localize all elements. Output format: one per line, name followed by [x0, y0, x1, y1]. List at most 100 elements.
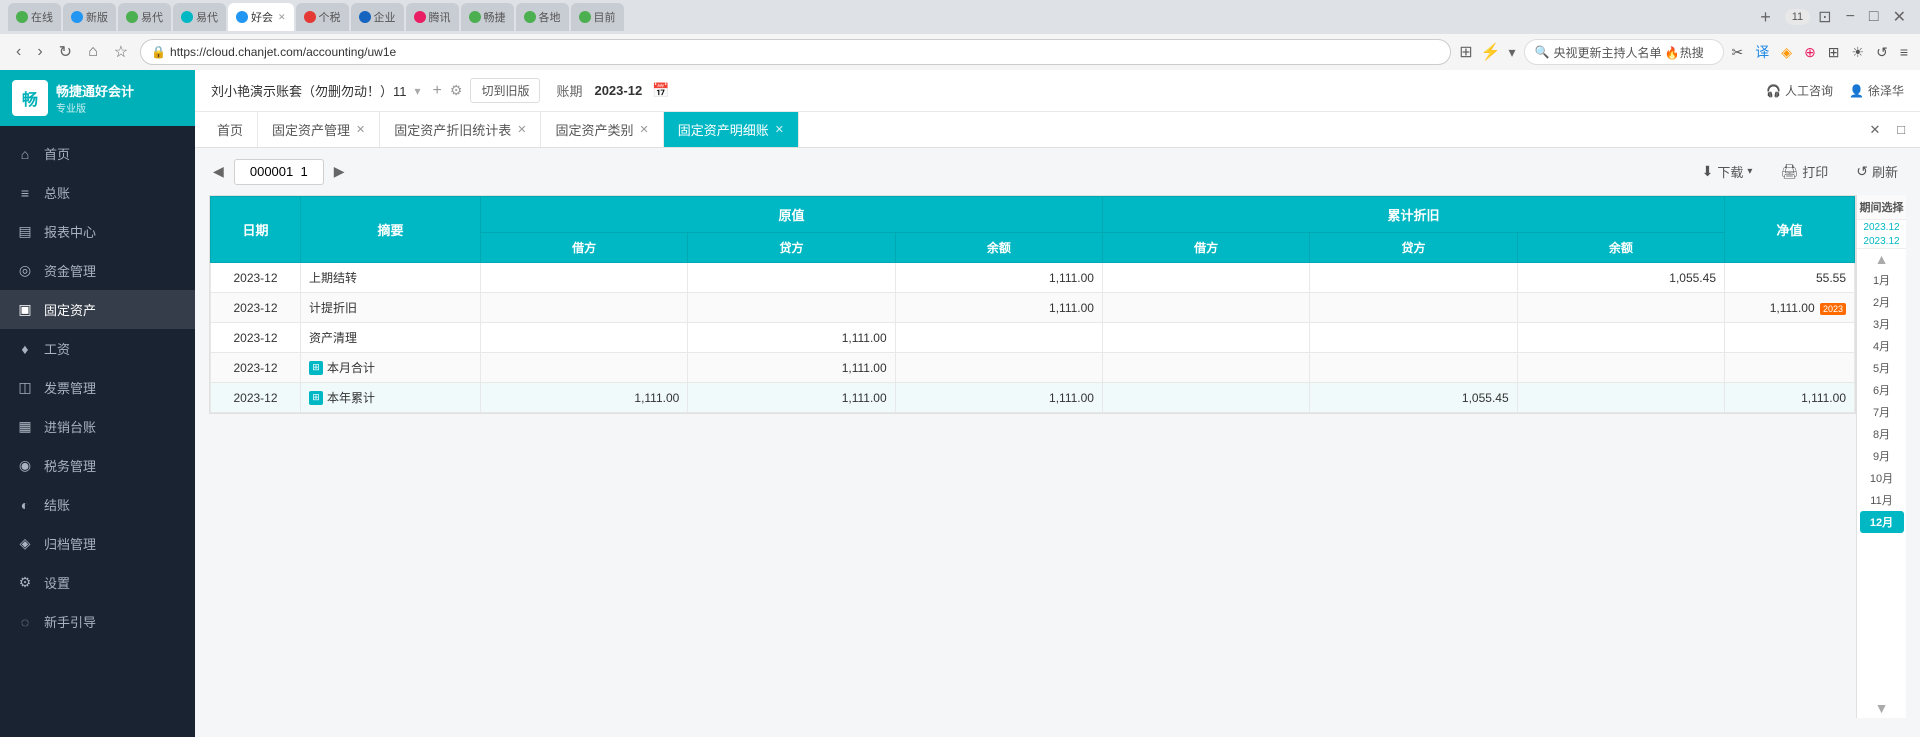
prev-page-btn[interactable]: ◀	[209, 161, 228, 182]
month-item-9月[interactable]: 9月	[1860, 445, 1904, 467]
month-item-12月[interactable]: 12月	[1860, 511, 1904, 533]
scroll-up-btn[interactable]: ▲	[1873, 249, 1891, 269]
cell-credit2-1	[1310, 293, 1517, 323]
sidebar-item-报表中心[interactable]: ▤报表中心	[0, 212, 195, 251]
browser-tab-10[interactable]: 目前	[571, 3, 624, 31]
close-browser-btn[interactable]: ✕	[1887, 7, 1912, 27]
browser-tab-3[interactable]: 易代	[173, 3, 226, 31]
month-item-2月[interactable]: 2月	[1860, 291, 1904, 313]
table-wrapper: 日期 摘要 原值 累计折旧 净值 借方 贷方 余额	[209, 195, 1856, 414]
page-tab-close-3[interactable]: ✕	[640, 123, 649, 136]
page-input[interactable]	[234, 159, 324, 185]
cell-balance1-4: 1,111.00	[895, 383, 1102, 413]
sidebar-item-资金管理[interactable]: ◎资金管理	[0, 251, 195, 290]
sidebar-item-工资[interactable]: ♦工资	[0, 329, 195, 368]
translate-icon[interactable]: 译	[1755, 42, 1769, 62]
col-original: 原值	[481, 197, 1103, 233]
browser-tab-9[interactable]: 各地	[516, 3, 569, 31]
scroll-down-btn[interactable]: ▼	[1873, 698, 1891, 718]
sun-icon[interactable]: ☀	[1852, 44, 1865, 61]
calendar-icon[interactable]: 📅	[652, 82, 669, 99]
scissors-icon[interactable]: ✂	[1732, 44, 1744, 61]
page-tab-3[interactable]: 固定资产类别✕	[541, 112, 663, 148]
user-icon: 👤	[1849, 84, 1864, 98]
history-icon[interactable]: ↺	[1876, 44, 1888, 61]
app-subtitle: 专业版	[56, 100, 134, 115]
month-item-3月[interactable]: 3月	[1860, 313, 1904, 335]
month-item-7月[interactable]: 7月	[1860, 401, 1904, 423]
download-btn[interactable]: ⬇ 下载 ▾	[1694, 158, 1761, 185]
sidebar-item-设置[interactable]: ⚙设置	[0, 563, 195, 602]
new-tab-btn[interactable]: +	[1752, 7, 1779, 28]
sub-credit1: 贷方	[688, 233, 895, 263]
bookmark-btn[interactable]: ☆	[110, 40, 132, 64]
home-btn[interactable]: ⌂	[84, 41, 102, 63]
browser-tab-1[interactable]: 新版	[63, 3, 116, 31]
consult-btn[interactable]: 🎧 人工咨询	[1766, 82, 1833, 99]
month-item-10月[interactable]: 10月	[1860, 467, 1904, 489]
user-area[interactable]: 👤 徐泽华	[1849, 82, 1904, 99]
browser-tab-6[interactable]: 企业	[351, 3, 404, 31]
nav-label-4: 固定资产	[44, 300, 96, 319]
sidebar-item-发票管理[interactable]: ◫发票管理	[0, 368, 195, 407]
restore-btn[interactable]: ⊡	[1812, 7, 1837, 27]
cell-credit2-0	[1310, 263, 1517, 293]
nav-label-12: 新手引导	[44, 612, 96, 631]
menu-icon[interactable]: ≡	[1900, 44, 1908, 60]
forward-btn[interactable]: ›	[33, 41, 46, 63]
page-tab-4[interactable]: 固定资产明细账✕	[664, 112, 799, 148]
win-max-btn[interactable]: □	[1890, 119, 1912, 141]
game-icon[interactable]: ⊕	[1804, 44, 1816, 61]
reload-btn[interactable]: ↻	[55, 40, 76, 64]
sidebar-item-总账[interactable]: ≡总账	[0, 173, 195, 212]
month-item-1月[interactable]: 1月	[1860, 269, 1904, 291]
sidebar-item-结账[interactable]: ◐结账	[0, 485, 195, 524]
address-bar[interactable]: 🔒 https://cloud.chanjet.com/accounting/u…	[140, 39, 1451, 65]
month-item-4月[interactable]: 4月	[1860, 335, 1904, 357]
maximize-btn[interactable]: □	[1863, 8, 1885, 26]
page-tab-close-1[interactable]: ✕	[356, 123, 365, 136]
search-bar[interactable]: 🔍 央视更新主持人名单 🔥热搜	[1524, 39, 1724, 65]
lightning-icon[interactable]: ⚡	[1481, 42, 1501, 62]
cell-balance2-4	[1517, 383, 1724, 413]
print-btn[interactable]: 🖨 打印	[1772, 158, 1836, 185]
switch-version-btn[interactable]: 切到旧版	[470, 78, 540, 103]
cell-balance1-3	[895, 353, 1102, 383]
browser-tab-0[interactable]: 在线	[8, 3, 61, 31]
sidebar-item-新手引导[interactable]: ◌新手引导	[0, 602, 195, 641]
col-depreciation: 累计折旧	[1102, 197, 1724, 233]
page-tab-close-4[interactable]: ✕	[775, 123, 784, 136]
browser-tab-2[interactable]: 易代	[118, 3, 171, 31]
period-label: 账期	[556, 81, 582, 100]
month-item-11月[interactable]: 11月	[1860, 489, 1904, 511]
page-tab-2[interactable]: 固定资产折旧统计表✕	[380, 112, 541, 148]
grid-icon[interactable]: ⊞	[1828, 44, 1840, 61]
qr-icon[interactable]: ⊞	[1459, 42, 1472, 62]
win-close-btn[interactable]: ✕	[1864, 119, 1886, 141]
minimize-btn[interactable]: −	[1840, 8, 1861, 26]
dropdown-icon[interactable]: ▾	[415, 84, 421, 98]
next-page-btn[interactable]: ▶	[330, 161, 349, 182]
month-item-8月[interactable]: 8月	[1860, 423, 1904, 445]
dropdown-btn[interactable]: ▾	[1509, 44, 1516, 61]
month-item-5月[interactable]: 5月	[1860, 357, 1904, 379]
sidebar-item-固定资产[interactable]: ▣固定资产	[0, 290, 195, 329]
page-tab-1[interactable]: 固定资产管理✕	[258, 112, 380, 148]
sidebar-item-归档管理[interactable]: ◈归档管理	[0, 524, 195, 563]
month-item-6月[interactable]: 6月	[1860, 379, 1904, 401]
browser-tab-5[interactable]: 个税	[296, 3, 349, 31]
sidebar-item-税务管理[interactable]: ◉税务管理	[0, 446, 195, 485]
cell-desc-2: 资产清理	[301, 323, 481, 353]
browser-tab-4[interactable]: 好会✕	[228, 3, 294, 31]
sidebar-item-进销台账[interactable]: ▦进销台账	[0, 407, 195, 446]
wallet-icon[interactable]: ◈	[1781, 44, 1792, 61]
page-tab-0[interactable]: 首页	[203, 112, 258, 148]
browser-tab-7[interactable]: 腾讯	[406, 3, 459, 31]
settings-icon[interactable]: ⚙	[450, 82, 463, 99]
refresh-btn[interactable]: ↺ 刷新	[1848, 158, 1906, 185]
page-tab-close-2[interactable]: ✕	[517, 123, 526, 136]
add-icon[interactable]: +	[433, 82, 442, 100]
browser-tab-8[interactable]: 畅捷	[461, 3, 514, 31]
sidebar-item-首页[interactable]: ⌂首页	[0, 134, 195, 173]
back-btn[interactable]: ‹	[12, 41, 25, 63]
